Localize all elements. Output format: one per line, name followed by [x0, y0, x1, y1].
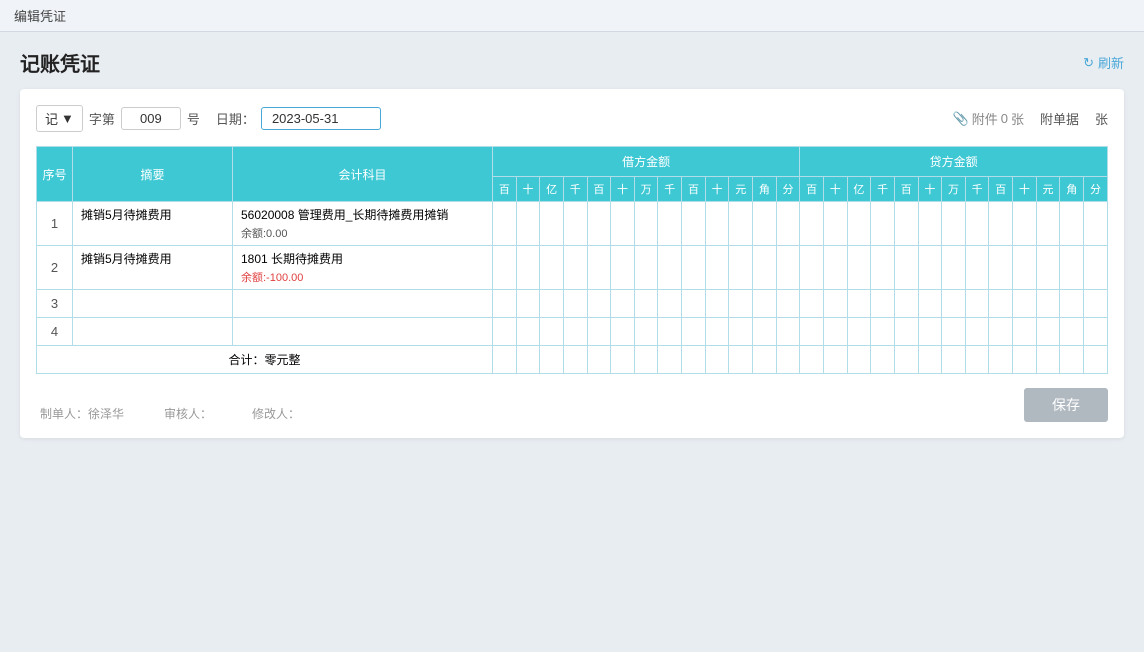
th-c13: 分 — [1084, 177, 1108, 202]
row4-summary[interactable] — [73, 318, 233, 346]
type-value: 记 — [45, 109, 58, 128]
row1-account[interactable]: 56020008 管理费用_长期待摊费用摊销 余额:0.00 — [233, 202, 493, 246]
row3-seq: 3 — [37, 290, 73, 318]
attachment-area: 📎 附件 0 张 附单据 张 — [953, 109, 1108, 128]
row3-summary[interactable] — [73, 290, 233, 318]
th-d2: 十 — [516, 177, 540, 202]
attach-link[interactable]: 📎 附件 0 张 — [953, 109, 1024, 128]
type-dropdown[interactable]: 记 ▼ — [36, 105, 83, 132]
type-field: 记 ▼ 字第 号 — [36, 105, 200, 132]
table-row: 4 — [37, 318, 1108, 346]
maker-label: 制单人：徐泽华 — [40, 405, 124, 422]
form-row: 记 ▼ 字第 号 日期： 📎 附件 0 张 附单据 张 — [36, 105, 1108, 132]
page-header: 记账凭证 ↻ 刷新 — [20, 48, 1124, 77]
th-d11: 元 — [729, 177, 753, 202]
th-c3: 亿 — [847, 177, 871, 202]
single-doc-label[interactable]: 附单据 — [1040, 109, 1079, 128]
row1-summary[interactable]: 摊销5月待摊费用 — [73, 202, 233, 246]
refresh-label: 刷新 — [1098, 53, 1124, 72]
th-d1: 百 — [493, 177, 517, 202]
row2-account[interactable]: 1801 长期待摊费用 余额:-100.00 — [233, 246, 493, 290]
th-d9: 百 — [682, 177, 706, 202]
total-row: 合计：零元整 — [37, 346, 1108, 374]
th-d4: 千 — [563, 177, 587, 202]
date-input[interactable] — [261, 107, 381, 130]
th-d3: 亿 — [540, 177, 564, 202]
date-field: 日期： — [216, 107, 381, 130]
th-c11: 元 — [1036, 177, 1060, 202]
th-d8: 千 — [658, 177, 682, 202]
save-button[interactable]: 保存 — [1024, 388, 1108, 422]
th-c8: 千 — [965, 177, 989, 202]
th-debit: 借方金额 — [493, 147, 800, 177]
th-c4: 千 — [871, 177, 895, 202]
voucher-card: 记 ▼ 字第 号 日期： 📎 附件 0 张 附单据 张 — [20, 89, 1124, 438]
save-btn-wrap: 保存 — [1024, 380, 1108, 422]
th-d13: 分 — [776, 177, 800, 202]
th-c12: 角 — [1060, 177, 1084, 202]
row2-seq: 2 — [37, 246, 73, 290]
refresh-icon: ↻ — [1083, 55, 1094, 71]
row2-account-name: 长期待摊费用 — [271, 252, 343, 266]
row1-seq: 1 — [37, 202, 73, 246]
attach-label: 附件 — [972, 109, 998, 128]
table-row: 3 — [37, 290, 1108, 318]
table-row: 2 摊销5月待摊费用 1801 长期待摊费用 余额:-100.00 — [37, 246, 1108, 290]
th-c6: 十 — [918, 177, 942, 202]
row1-account-name: 管理费用_长期待摊费用摊销 — [298, 208, 449, 222]
table-row: 1 摊销5月待摊费用 56020008 管理费用_长期待摊费用摊销 余额:0.0… — [37, 202, 1108, 246]
th-c9: 百 — [989, 177, 1013, 202]
th-summary: 摘要 — [73, 147, 233, 202]
row4-account[interactable] — [233, 318, 493, 346]
voucher-table: 序号 摘要 会计科目 借方金额 贷方金额 百 — [36, 146, 1108, 374]
th-c2: 十 — [823, 177, 847, 202]
th-d6: 十 — [611, 177, 635, 202]
type-dropdown-arrow: ▼ — [61, 111, 74, 126]
modifier-label: 修改人： — [252, 405, 300, 422]
main-area: 记账凭证 ↻ 刷新 记 ▼ 字第 号 日期： 📎 — [0, 32, 1144, 652]
page-title: 记账凭证 — [20, 48, 100, 77]
zi-input[interactable] — [121, 107, 181, 130]
row1-d1[interactable] — [493, 202, 517, 246]
th-d12: 角 — [753, 177, 777, 202]
row2-account-code: 1801 — [241, 252, 268, 266]
row3-account[interactable] — [233, 290, 493, 318]
row1-account-code: 56020008 — [241, 208, 294, 222]
th-credit: 贷方金额 — [800, 147, 1108, 177]
th-seq: 序号 — [37, 147, 73, 202]
zhang-label: 张 — [1095, 109, 1108, 128]
row2-summary[interactable]: 摊销5月待摊费用 — [73, 246, 233, 290]
attach-zhang: 张 — [1011, 109, 1024, 128]
hao-label: 号 — [187, 109, 200, 128]
total-label: 合计：零元整 — [37, 346, 493, 374]
row2-balance: 余额:-100.00 — [241, 269, 484, 285]
row1-balance: 余额:0.00 — [241, 225, 484, 241]
title-bar: 编辑凭证 — [0, 0, 1144, 32]
title-bar-label: 编辑凭证 — [14, 6, 66, 25]
reviewer-label: 审核人： — [164, 405, 212, 422]
th-c7: 万 — [942, 177, 966, 202]
footer-info: 制单人：徐泽华 审核人： 修改人： — [36, 395, 304, 422]
th-c1: 百 — [800, 177, 824, 202]
date-label: 日期： — [216, 109, 255, 128]
th-d5: 百 — [587, 177, 611, 202]
footer-area: 制单人：徐泽华 审核人： 修改人： 保存 — [36, 380, 1108, 422]
th-d10: 十 — [705, 177, 729, 202]
refresh-button[interactable]: ↻ 刷新 — [1083, 53, 1124, 72]
paperclip-icon: 📎 — [953, 111, 969, 127]
row4-seq: 4 — [37, 318, 73, 346]
th-d7: 万 — [634, 177, 658, 202]
zi-label: 字第 — [89, 109, 115, 128]
attach-count: 0 — [1001, 111, 1008, 126]
th-c5: 百 — [894, 177, 918, 202]
th-c10: 十 — [1013, 177, 1037, 202]
th-account: 会计科目 — [233, 147, 493, 202]
